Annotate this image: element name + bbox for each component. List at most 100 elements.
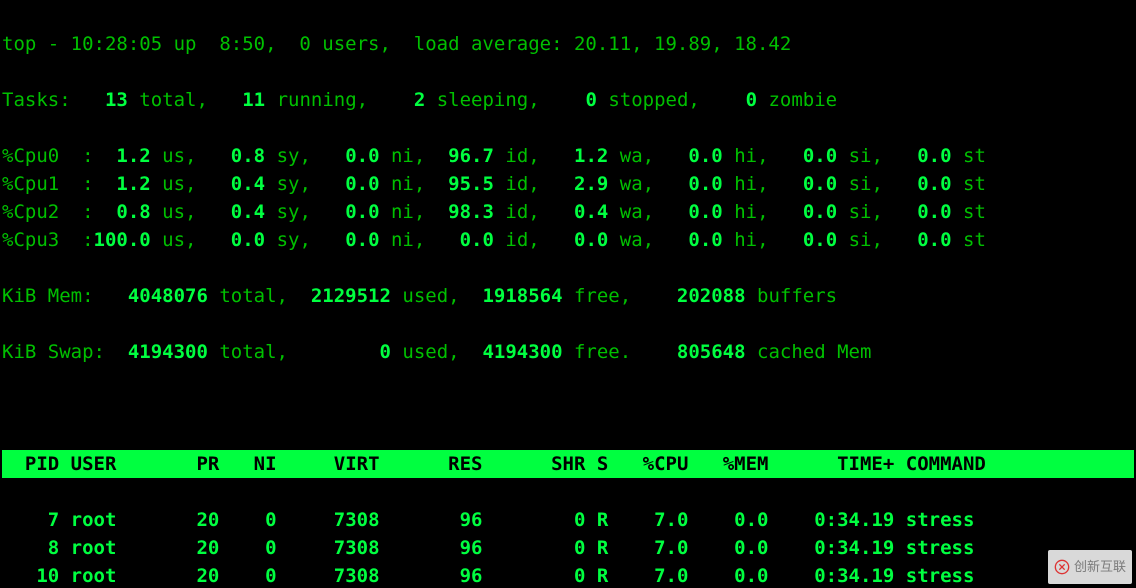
col-user: USER xyxy=(71,450,174,478)
cell-cpu: 7.0 xyxy=(620,562,700,588)
col-shr: SHR xyxy=(494,450,597,478)
col-virt: VIRT xyxy=(288,450,391,478)
swap-free: 4194300 xyxy=(471,338,574,366)
cell-res: 96 xyxy=(391,534,494,562)
cpu1-id: 95.5 xyxy=(437,170,506,198)
cpu2-id: 98.3 xyxy=(437,198,506,226)
mem-label: KiB Mem: xyxy=(2,282,105,310)
cell-user: root xyxy=(71,506,174,534)
cpu0-id: 96.7 xyxy=(437,142,506,170)
watermark: 创新互联 xyxy=(1048,550,1132,584)
col-command: COMMAND xyxy=(906,450,998,478)
top-uptime-text: top - 10:28:05 up 8:50, 0 users, load av… xyxy=(2,30,791,58)
mem-free: 1918564 xyxy=(471,282,574,310)
tasks-label: Tasks: xyxy=(2,86,82,114)
process-header-row: PID USER PR NI VIRT RES SHR S %CPU %MEM … xyxy=(2,450,1134,478)
swap-label: KiB Swap: xyxy=(2,338,105,366)
top-cpu0-line: %Cpu0 : 1.2 us, 0.8 sy, 0.0 ni, 96.7 id,… xyxy=(2,142,1134,170)
watermark-text: 创新互联 xyxy=(1074,553,1126,581)
mem-used: 2129512 xyxy=(299,282,402,310)
terminal[interactable]: top - 10:28:05 up 8:50, 0 users, load av… xyxy=(0,0,1136,588)
cpu1-wa: 2.9 xyxy=(551,170,620,198)
cell-pid: 10 xyxy=(2,562,71,588)
cpu2-si: 0.0 xyxy=(780,198,849,226)
cell-s: R xyxy=(597,506,620,534)
cpu0-us: 1.2 xyxy=(94,142,163,170)
mem-total: 4048076 xyxy=(105,282,219,310)
cell-pr: 20 xyxy=(174,534,231,562)
cpu2-hi: 0.0 xyxy=(666,198,735,226)
cpu1-sy: 0.4 xyxy=(208,170,277,198)
cell-pr: 20 xyxy=(174,506,231,534)
top-cpu1-line: %Cpu1 : 1.2 us, 0.4 sy, 0.0 ni, 95.5 id,… xyxy=(2,170,1134,198)
cpu2-us: 0.8 xyxy=(94,198,163,226)
cell-virt: 7308 xyxy=(288,562,391,588)
cell-user: root xyxy=(71,562,174,588)
tasks-zombie: 0 xyxy=(723,86,769,114)
cell-pid: 7 xyxy=(2,506,71,534)
cpu3-si: 0.0 xyxy=(780,226,849,254)
cpu2-sy: 0.4 xyxy=(208,198,277,226)
cpu1-si: 0.0 xyxy=(780,170,849,198)
cpu3-wa: 0.0 xyxy=(551,226,620,254)
blank-line xyxy=(2,394,1134,422)
col-pid: PID xyxy=(2,450,71,478)
swap-total: 4194300 xyxy=(105,338,219,366)
cell-mem: 0.0 xyxy=(700,562,780,588)
cpu0-label: %Cpu0 : xyxy=(2,142,94,170)
cell-virt: 7308 xyxy=(288,506,391,534)
mem-buffers: 202088 xyxy=(643,282,757,310)
cpu1-ni: 0.0 xyxy=(322,170,391,198)
cpu1-us: 1.2 xyxy=(94,170,163,198)
col-s: S xyxy=(597,450,620,478)
cell-pr: 20 xyxy=(174,562,231,588)
process-row[interactable]: 7 root 20 0 7308 96 0 R 7.0 0.0 0:34.19 … xyxy=(2,506,1134,534)
tasks-stopped: 0 xyxy=(563,86,609,114)
cpu3-label: %Cpu3 : xyxy=(2,226,94,254)
cell-shr: 0 xyxy=(494,506,597,534)
cell-command: stress xyxy=(906,534,975,562)
cell-user: root xyxy=(71,534,174,562)
cell-res: 96 xyxy=(391,506,494,534)
swap-cached: 805648 xyxy=(643,338,757,366)
cell-ni: 0 xyxy=(231,506,288,534)
top-swap-line: KiB Swap: 4194300 total, 0 used, 4194300… xyxy=(2,338,1134,366)
process-row[interactable]: 10 root 20 0 7308 96 0 R 7.0 0.0 0:34.19… xyxy=(2,562,1134,588)
col-cpu: %CPU xyxy=(620,450,700,478)
cell-mem: 0.0 xyxy=(700,534,780,562)
cpu0-hi: 0.0 xyxy=(666,142,735,170)
tasks-total: 13 xyxy=(82,86,139,114)
cpu3-hi: 0.0 xyxy=(666,226,735,254)
cpu3-ni: 0.0 xyxy=(322,226,391,254)
process-row[interactable]: 8 root 20 0 7308 96 0 R 7.0 0.0 0:34.19 … xyxy=(2,534,1134,562)
cpu2-ni: 0.0 xyxy=(322,198,391,226)
col-time: TIME+ xyxy=(780,450,906,478)
cell-virt: 7308 xyxy=(288,534,391,562)
cell-res: 96 xyxy=(391,562,494,588)
col-pr: PR xyxy=(174,450,231,478)
cpu2-st: 0.0 xyxy=(894,198,963,226)
cell-pid: 8 xyxy=(2,534,71,562)
cpu2-label: %Cpu2 : xyxy=(2,198,94,226)
cpu3-st: 0.0 xyxy=(894,226,963,254)
top-cpu3-line: %Cpu3 :100.0 us, 0.0 sy, 0.0 ni, 0.0 id,… xyxy=(2,226,1134,254)
cpu0-wa: 1.2 xyxy=(551,142,620,170)
cell-command: stress xyxy=(906,562,975,588)
cpu0-si: 0.0 xyxy=(780,142,849,170)
col-mem: %MEM xyxy=(700,450,780,478)
cell-s: R xyxy=(597,562,620,588)
cell-cpu: 7.0 xyxy=(620,534,700,562)
cpu1-hi: 0.0 xyxy=(666,170,735,198)
watermark-logo-icon xyxy=(1054,559,1070,575)
cell-cpu: 7.0 xyxy=(620,506,700,534)
top-tasks-line: Tasks: 13 total, 11 running, 2 sleeping,… xyxy=(2,86,1134,114)
cpu3-sy: 0.0 xyxy=(208,226,277,254)
top-mem-line: KiB Mem: 4048076 total, 2129512 used, 19… xyxy=(2,282,1134,310)
cpu0-sy: 0.8 xyxy=(208,142,277,170)
cpu3-id: 0.0 xyxy=(437,226,506,254)
swap-used: 0 xyxy=(299,338,402,366)
cpu1-label: %Cpu1 : xyxy=(2,170,94,198)
cell-s: R xyxy=(597,534,620,562)
cell-ni: 0 xyxy=(231,562,288,588)
col-res: RES xyxy=(391,450,494,478)
